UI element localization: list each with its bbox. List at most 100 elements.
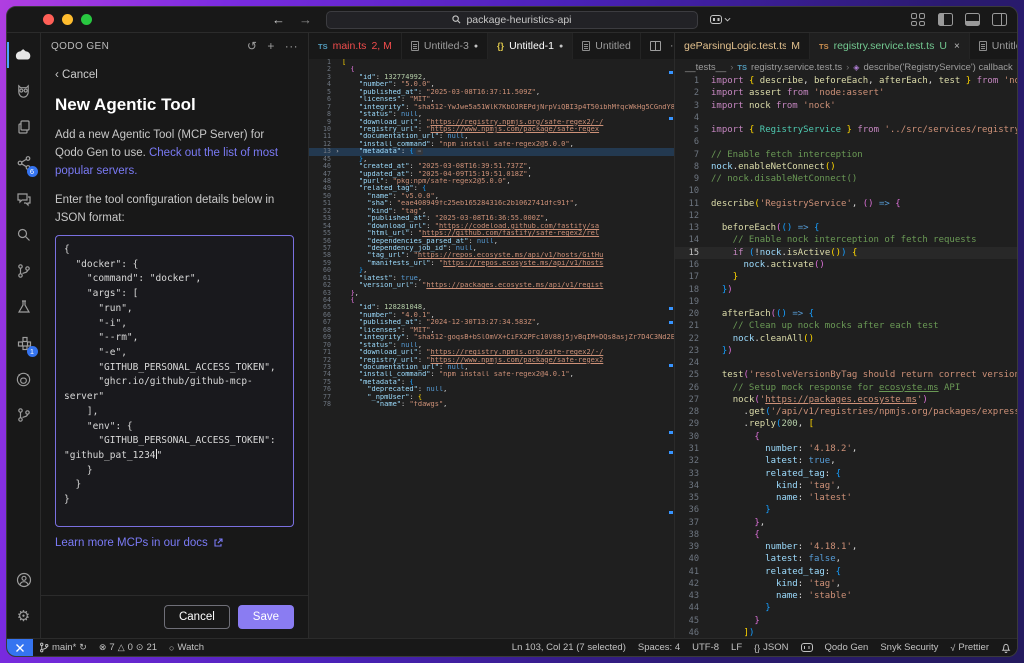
code-line: 4 <box>693 112 699 123</box>
code-line: 53 "published_at": "2025-03-08T16:36:55.… <box>323 214 549 223</box>
cancel-back-link[interactable]: ‹ Cancel <box>55 69 294 81</box>
sidebar-item-git-secondary[interactable] <box>7 397 41 433</box>
zoom-window-button[interactable] <box>81 14 92 25</box>
breadcrumb-symbol[interactable]: describe('RegistryService') callback <box>863 62 1012 73</box>
code-line: 43 name: 'stable' <box>688 591 852 602</box>
snyk-label: Snyk Security <box>880 642 939 653</box>
code-line: 78 "name": "fdawgs", <box>323 400 448 409</box>
code-line: 2 { <box>327 65 355 74</box>
notifications-status[interactable] <box>995 642 1017 653</box>
copilot-status[interactable] <box>795 643 819 652</box>
history-forward-button[interactable]: → <box>299 12 312 27</box>
command-center-search[interactable]: package-heuristics-api <box>326 10 698 29</box>
sidebar-item-explorer[interactable] <box>7 109 41 145</box>
qodo-label: Qodo Gen <box>824 642 869 653</box>
history-icon[interactable]: ↺ <box>247 39 257 53</box>
tab-more-actions-icon[interactable]: ··· <box>670 40 674 52</box>
tab-label: registry.service.test.ts <box>833 40 935 52</box>
breadcrumb-file[interactable]: registry.service.test.ts <box>751 62 842 73</box>
tab-registry-service-test[interactable]: TS registry.service.test.ts U × <box>810 33 970 59</box>
breadcrumb[interactable]: __tests__ › TS registry.service.test.ts … <box>675 59 1017 75</box>
tab-bar: geParsingLogic.test.ts M TS registry.ser… <box>675 33 1017 59</box>
toggle-panel-button[interactable] <box>965 13 980 26</box>
toggle-primary-sidebar-button[interactable] <box>938 13 953 26</box>
code-line: 27 nock('https://packages.ecosyste.ms') <box>688 394 928 405</box>
tab-parsing-logic-test[interactable]: geParsingLogic.test.ts M <box>675 33 810 59</box>
typescript-icon: TS <box>737 62 747 72</box>
encoding-status[interactable]: UTF-8 <box>686 642 725 653</box>
fold-chevron-icon[interactable]: › <box>333 147 342 155</box>
code-line: 64 { <box>323 296 355 304</box>
config-text: { "docker": { "command": "docker", "args… <box>64 243 276 461</box>
sidebar-item-search[interactable] <box>7 217 41 253</box>
eol-status[interactable]: LF <box>725 642 748 653</box>
tab-untitled-3[interactable]: Untitled-3 ● <box>401 33 489 59</box>
more-actions-icon[interactable]: ··· <box>285 39 298 53</box>
code-line: 2 import assert from 'node:assert' <box>693 88 885 99</box>
accounts-button[interactable] <box>7 562 41 598</box>
docs-link[interactable]: Learn more MCPs in our docs <box>55 537 294 549</box>
tab-untitled-right[interactable]: Untitle <box>969 33 1017 59</box>
code-line: 8 nock.enableNetConnect() <box>693 161 836 172</box>
cancel-button[interactable]: Cancel <box>163 605 230 629</box>
snyk-status[interactable]: Snyk Security <box>874 642 944 653</box>
code-line: 34 kind: 'tag', <box>688 480 842 491</box>
warnings-count: 0 <box>127 642 133 653</box>
breadcrumb-folder[interactable]: __tests__ <box>685 62 726 73</box>
sidebar-item-extensions[interactable]: 1 <box>7 325 41 361</box>
settings-button[interactable]: ⚙ <box>7 598 41 634</box>
watch-task-status[interactable]: ○ Watch <box>163 642 210 653</box>
qodo-gen-status[interactable]: Qodo Gen <box>819 642 875 653</box>
sidebar-item-source-control[interactable] <box>7 253 41 289</box>
owl-icon <box>18 83 29 98</box>
copilot-menu[interactable] <box>710 15 731 24</box>
code-line: 59 "manifests_url": "https://repos.ecosy… <box>323 258 604 267</box>
code-line: 9// nock.disableNetConnect() <box>693 174 858 185</box>
remote-cross-icon <box>16 643 24 652</box>
customize-layout-button[interactable] <box>911 13 926 26</box>
prettier-status[interactable]: √ Prettier <box>944 642 995 653</box>
code-line: 6 "licenses": "MIT", <box>327 95 435 104</box>
code-line: 46 "created_at": "2025-03-08T16:39:51.73… <box>323 162 532 171</box>
typescript-icon: TS <box>318 41 328 51</box>
close-window-button[interactable] <box>43 14 54 25</box>
config-json-editor[interactable]: { "docker": { "command": "docker", "args… <box>55 234 294 527</box>
tab-label: Untitled-1 <box>509 40 555 52</box>
language-mode-status[interactable]: {} JSON <box>748 642 794 653</box>
code-line: 35 name: 'latest' <box>688 493 852 504</box>
code-line: 77 "_npmUser": { <box>323 392 423 401</box>
code-line: 67 "published_at": "2024-12-30T13:27:34.… <box>323 318 541 327</box>
save-button[interactable]: Save <box>237 605 294 629</box>
editor-json[interactable]: 1[2 {3 "id": 132774992, 4 "number": "5.0.… <box>309 59 674 638</box>
editor-test-file[interactable]: 1 import { describe, beforeEach, afterEac… <box>675 75 1017 638</box>
page-title: New Agentic Tool <box>55 95 196 114</box>
status-bar: main* ↻ ⊗ 7 △ 0 ⊙ 21 ○ Watch Ln 103, Col… <box>7 638 1017 656</box>
code-line: 73 "documentation_url": null, <box>323 362 469 371</box>
code-line: 3 import nock from 'nock' <box>693 100 836 111</box>
sidebar-item-qodo-gen[interactable] <box>7 37 41 73</box>
new-chat-icon[interactable]: + <box>267 39 274 53</box>
code-line: 39 number: '4.18.1', <box>688 542 858 553</box>
sidebar-item-github[interactable] <box>7 361 41 397</box>
sidebar-item-qodo-merge[interactable] <box>7 73 41 109</box>
tab-untitled[interactable]: Untitled <box>573 33 641 59</box>
code-line: 12 <box>688 210 699 221</box>
history-back-button[interactable]: ← <box>272 12 285 27</box>
split-editor-icon[interactable] <box>649 41 661 51</box>
close-tab-icon[interactable]: × <box>954 41 960 52</box>
git-branch-status[interactable]: main* ↻ <box>33 642 93 653</box>
sidebar-item-dependencies-graph[interactable]: 6 <box>7 145 41 181</box>
sidebar-item-run-debug[interactable] <box>7 289 41 325</box>
toggle-secondary-sidebar-button[interactable] <box>992 13 1007 26</box>
indentation-status[interactable]: Spaces: 4 <box>632 642 686 653</box>
watch-icon: ○ <box>169 642 175 653</box>
remote-indicator[interactable] <box>7 639 33 656</box>
tab-main-ts[interactable]: TS main.ts 2, M <box>309 33 402 59</box>
sidebar-item-comments[interactable] <box>7 181 41 217</box>
code-line: 10 "registry_url": "https://www.npmjs.co… <box>323 124 600 133</box>
minimize-window-button[interactable] <box>62 14 73 25</box>
code-line: 63 }, <box>323 288 359 297</box>
problems-status[interactable]: ⊗ 7 △ 0 ⊙ 21 <box>93 642 163 653</box>
tab-untitled-1[interactable]: {} Untitled-1 ● <box>488 33 574 59</box>
cursor-position-status[interactable]: Ln 103, Col 21 (7 selected) <box>506 642 632 653</box>
